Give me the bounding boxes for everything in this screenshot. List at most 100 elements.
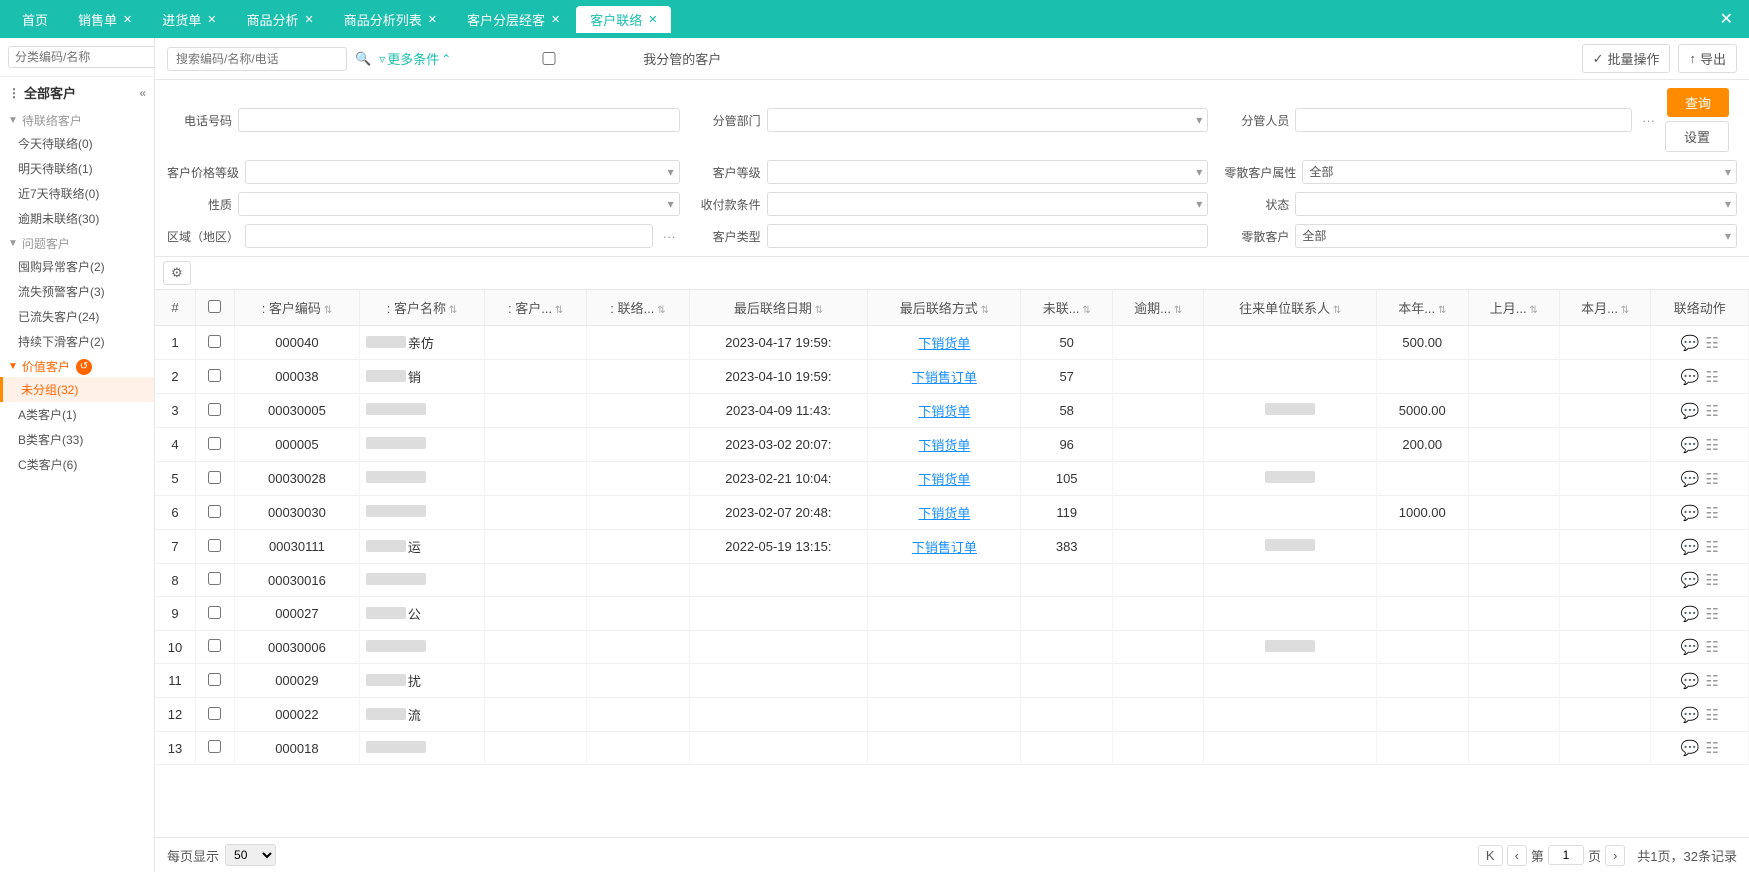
contact-method-link[interactable]: 下销货单	[918, 506, 970, 521]
row-checkbox[interactable]	[208, 437, 221, 450]
next-page-button[interactable]: ›	[1605, 845, 1625, 866]
sidebar-item-a[interactable]: A类客户(1)	[0, 402, 154, 427]
tab-customer-contact[interactable]: 客户联络 ✕	[576, 6, 671, 33]
row-checkbox[interactable]	[208, 707, 221, 720]
comment-icon[interactable]: 💬	[1681, 739, 1700, 757]
comment-icon[interactable]: 💬	[1681, 571, 1700, 589]
dept-select[interactable]	[767, 108, 1209, 132]
status-select[interactable]	[1295, 192, 1737, 216]
my-customers-checkbox[interactable]	[459, 52, 639, 65]
sidebar-group-problem[interactable]: 问题客户	[0, 231, 154, 254]
cust-type-input[interactable]	[767, 224, 1209, 248]
first-page-button[interactable]: K	[1478, 845, 1503, 866]
sidebar-item-today[interactable]: 今天待联络(0)	[0, 131, 154, 156]
sidebar-all-customers[interactable]: ⋮ 全部客户 «	[0, 77, 154, 108]
payment-select[interactable]	[767, 192, 1209, 216]
close-icon[interactable]: ✕	[207, 13, 216, 26]
col-this-month[interactable]: 本月...	[1559, 290, 1650, 326]
more-icon[interactable]: ☷	[1705, 368, 1718, 386]
region-input[interactable]	[245, 224, 653, 248]
col-overdue[interactable]: 逾期...	[1112, 290, 1203, 326]
more-icon[interactable]: ☷	[1705, 672, 1718, 690]
row-checkbox[interactable]	[208, 606, 221, 619]
row-checkbox[interactable]	[208, 403, 221, 416]
col-code[interactable]: : 客户编码	[234, 290, 359, 326]
sidebar-item-lost[interactable]: 已流失客户(24)	[0, 304, 154, 329]
sidebar-item-declining[interactable]: 持续下滑客户(2)	[0, 329, 154, 354]
tab-purchase[interactable]: 进货单 ✕	[148, 6, 230, 33]
comment-icon[interactable]: 💬	[1681, 470, 1700, 488]
contact-method-link[interactable]: 下销货单	[918, 438, 970, 453]
contact-method-link[interactable]: 下销售订单	[912, 370, 977, 385]
tab-customer-segment[interactable]: 客户分层经客 ✕	[453, 6, 574, 33]
row-checkbox[interactable]	[208, 740, 221, 753]
contact-method-link[interactable]: 下销货单	[918, 336, 970, 351]
nature-select[interactable]	[238, 192, 680, 216]
window-close-button[interactable]: ✕	[1712, 9, 1741, 29]
comment-icon[interactable]: 💬	[1681, 334, 1700, 352]
sidebar-group-pending[interactable]: 待联络客户	[0, 108, 154, 131]
phone-input[interactable]	[238, 108, 680, 132]
comment-icon[interactable]: 💬	[1681, 368, 1700, 386]
col-contact[interactable]: : 联络...	[587, 290, 689, 326]
col-last-contact-date[interactable]: 最后联络日期	[689, 290, 868, 326]
tab-sales[interactable]: 销售单 ✕	[64, 6, 146, 33]
query-button[interactable]: 查询	[1667, 88, 1729, 117]
close-icon[interactable]: ✕	[428, 13, 437, 26]
sidebar-item-b[interactable]: B类客户(33)	[0, 427, 154, 452]
more-icon[interactable]: ☷	[1705, 470, 1718, 488]
close-icon[interactable]: ✕	[123, 13, 132, 26]
col-name[interactable]: : 客户名称	[359, 290, 484, 326]
col-type[interactable]: : 客户...	[484, 290, 586, 326]
close-icon[interactable]: ✕	[551, 13, 560, 26]
more-icon[interactable]: ☷	[1705, 706, 1718, 724]
col-last-month[interactable]: 上月...	[1468, 290, 1559, 326]
row-checkbox[interactable]	[208, 572, 221, 585]
retail-select[interactable]: 全部	[1295, 224, 1737, 248]
comment-icon[interactable]: 💬	[1681, 605, 1700, 623]
more-icon[interactable]: ☷	[1705, 638, 1718, 656]
export-button[interactable]: ↑ 导出	[1678, 44, 1737, 73]
comment-icon[interactable]: 💬	[1681, 638, 1700, 656]
prev-page-button[interactable]: ‹	[1507, 845, 1527, 866]
tab-analysis-list[interactable]: 商品分析列表 ✕	[330, 6, 451, 33]
page-input[interactable]	[1548, 845, 1584, 865]
sidebar-item-7days[interactable]: 近7天待联络(0)	[0, 181, 154, 206]
sidebar-item-ungroup[interactable]: 未分组(32)	[0, 377, 154, 402]
batch-ops-button[interactable]: ✓ 批量操作	[1582, 44, 1671, 73]
more-icon[interactable]: ☷	[1705, 538, 1718, 556]
row-checkbox[interactable]	[208, 471, 221, 484]
close-icon[interactable]: ✕	[648, 13, 657, 26]
row-checkbox[interactable]	[208, 505, 221, 518]
col-no-contact[interactable]: 未联...	[1021, 290, 1112, 326]
more-icon[interactable]: ☷	[1705, 402, 1718, 420]
sidebar-item-tomorrow[interactable]: 明天待联络(1)	[0, 156, 154, 181]
row-checkbox[interactable]	[208, 335, 221, 348]
col-contacts[interactable]: 往来单位联系人	[1204, 290, 1377, 326]
close-icon[interactable]: ✕	[305, 13, 314, 26]
reset-button[interactable]: 设置	[1665, 121, 1729, 152]
search-input[interactable]	[167, 47, 347, 71]
sidebar-item-overdue[interactable]: 逾期未联络(30)	[0, 206, 154, 231]
sidebar-search-input[interactable]	[8, 46, 155, 68]
more-icon[interactable]: ☷	[1705, 436, 1718, 454]
comment-icon[interactable]: 💬	[1681, 706, 1700, 724]
contact-method-link[interactable]: 下销货单	[918, 472, 970, 487]
column-settings-button[interactable]: ⚙	[163, 261, 191, 285]
person-input[interactable]	[1295, 108, 1632, 132]
more-icon[interactable]: ☷	[1705, 605, 1718, 623]
more-conditions-btn[interactable]: ▿ 更多条件 ⌃	[379, 49, 451, 68]
price-grade-select[interactable]	[245, 160, 680, 184]
sidebar-item-abnormal[interactable]: 囤购异常客户(2)	[0, 254, 154, 279]
sidebar-item-warning[interactable]: 流失预警客户(3)	[0, 279, 154, 304]
retail-attr-select[interactable]: 全部	[1302, 160, 1737, 184]
row-checkbox[interactable]	[208, 673, 221, 686]
region-dots-icon[interactable]: ···	[659, 229, 680, 244]
cust-grade-select[interactable]	[767, 160, 1209, 184]
person-dots-icon[interactable]: ···	[1638, 113, 1659, 128]
tab-analysis[interactable]: 商品分析 ✕	[232, 6, 327, 33]
col-this-year[interactable]: 本年...	[1377, 290, 1468, 326]
tab-home[interactable]: 首页	[8, 6, 62, 33]
more-icon[interactable]: ☷	[1705, 504, 1718, 522]
more-icon[interactable]: ☷	[1705, 739, 1718, 757]
